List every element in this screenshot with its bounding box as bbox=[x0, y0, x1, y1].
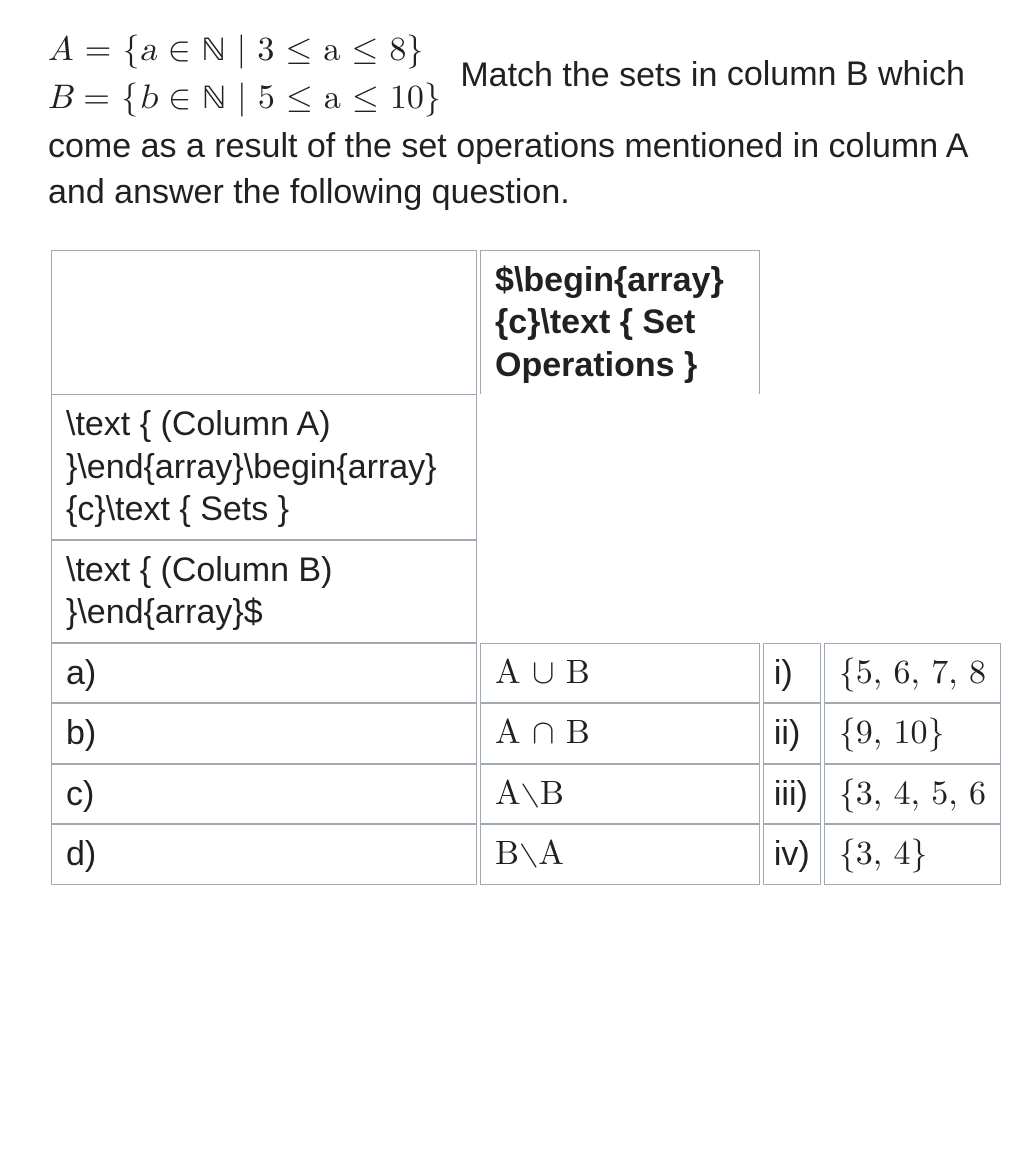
roman-label: iii) bbox=[763, 764, 821, 825]
row-label: c) bbox=[51, 764, 477, 825]
set-definitions: A = {a ∈ ℕ ∣ 3 ≤ a ≤ 8} B = {b ∈ ℕ ∣ 5 ≤… bbox=[48, 28, 451, 124]
result-set: {5, 6, 7, 8 bbox=[824, 643, 1001, 704]
result-set: {9, 10} bbox=[824, 703, 1001, 764]
set-a-definition: A = {a ∈ ℕ ∣ 3 ≤ a ≤ 8} bbox=[48, 28, 441, 76]
result-set: {3, 4, 5, 6 bbox=[824, 764, 1001, 825]
set-operation: A ∪ B bbox=[480, 643, 760, 704]
row-label: b) bbox=[51, 703, 477, 764]
result-set: {3, 4} bbox=[824, 824, 1001, 885]
header-col-a-part2: \text { (Column B) }\end{array}$ bbox=[51, 540, 477, 643]
set-b-definition: B = {b ∈ ℕ ∣ 5 ≤ a ≤ 10} bbox=[48, 76, 441, 124]
question-text: A = {a ∈ ℕ ∣ 3 ≤ a ≤ 8} B = {b ∈ ℕ ∣ 5 ≤… bbox=[48, 28, 1004, 216]
roman-label: i) bbox=[763, 643, 821, 704]
table-row: a) A ∪ B i) {5, 6, 7, 8 bbox=[51, 643, 1001, 704]
matching-table: $\begin{array}{c}\text { Set Operations … bbox=[48, 250, 1004, 885]
table-row: c) A∖B iii) {3, 4, 5, 6 bbox=[51, 764, 1001, 825]
set-operation: A ∩ B bbox=[480, 703, 760, 764]
header-col-a-part1: \text { (Column A) }\end{array}\begin{ar… bbox=[51, 394, 477, 540]
row-label: d) bbox=[51, 824, 477, 885]
roman-label: iv) bbox=[763, 824, 821, 885]
set-operation: B∖A bbox=[480, 824, 760, 885]
header-cell-blank bbox=[51, 250, 477, 395]
table-row: b) A ∩ B ii) {9, 10} bbox=[51, 703, 1001, 764]
table-row: d) B∖A iv) {3, 4} bbox=[51, 824, 1001, 885]
header-set-operations: $\begin{array}{c}\text { Set Operations … bbox=[480, 250, 760, 395]
roman-label: ii) bbox=[763, 703, 821, 764]
set-operation: A∖B bbox=[480, 764, 760, 825]
match-text: Match the sets in bbox=[460, 56, 717, 94]
row-label: a) bbox=[51, 643, 477, 704]
